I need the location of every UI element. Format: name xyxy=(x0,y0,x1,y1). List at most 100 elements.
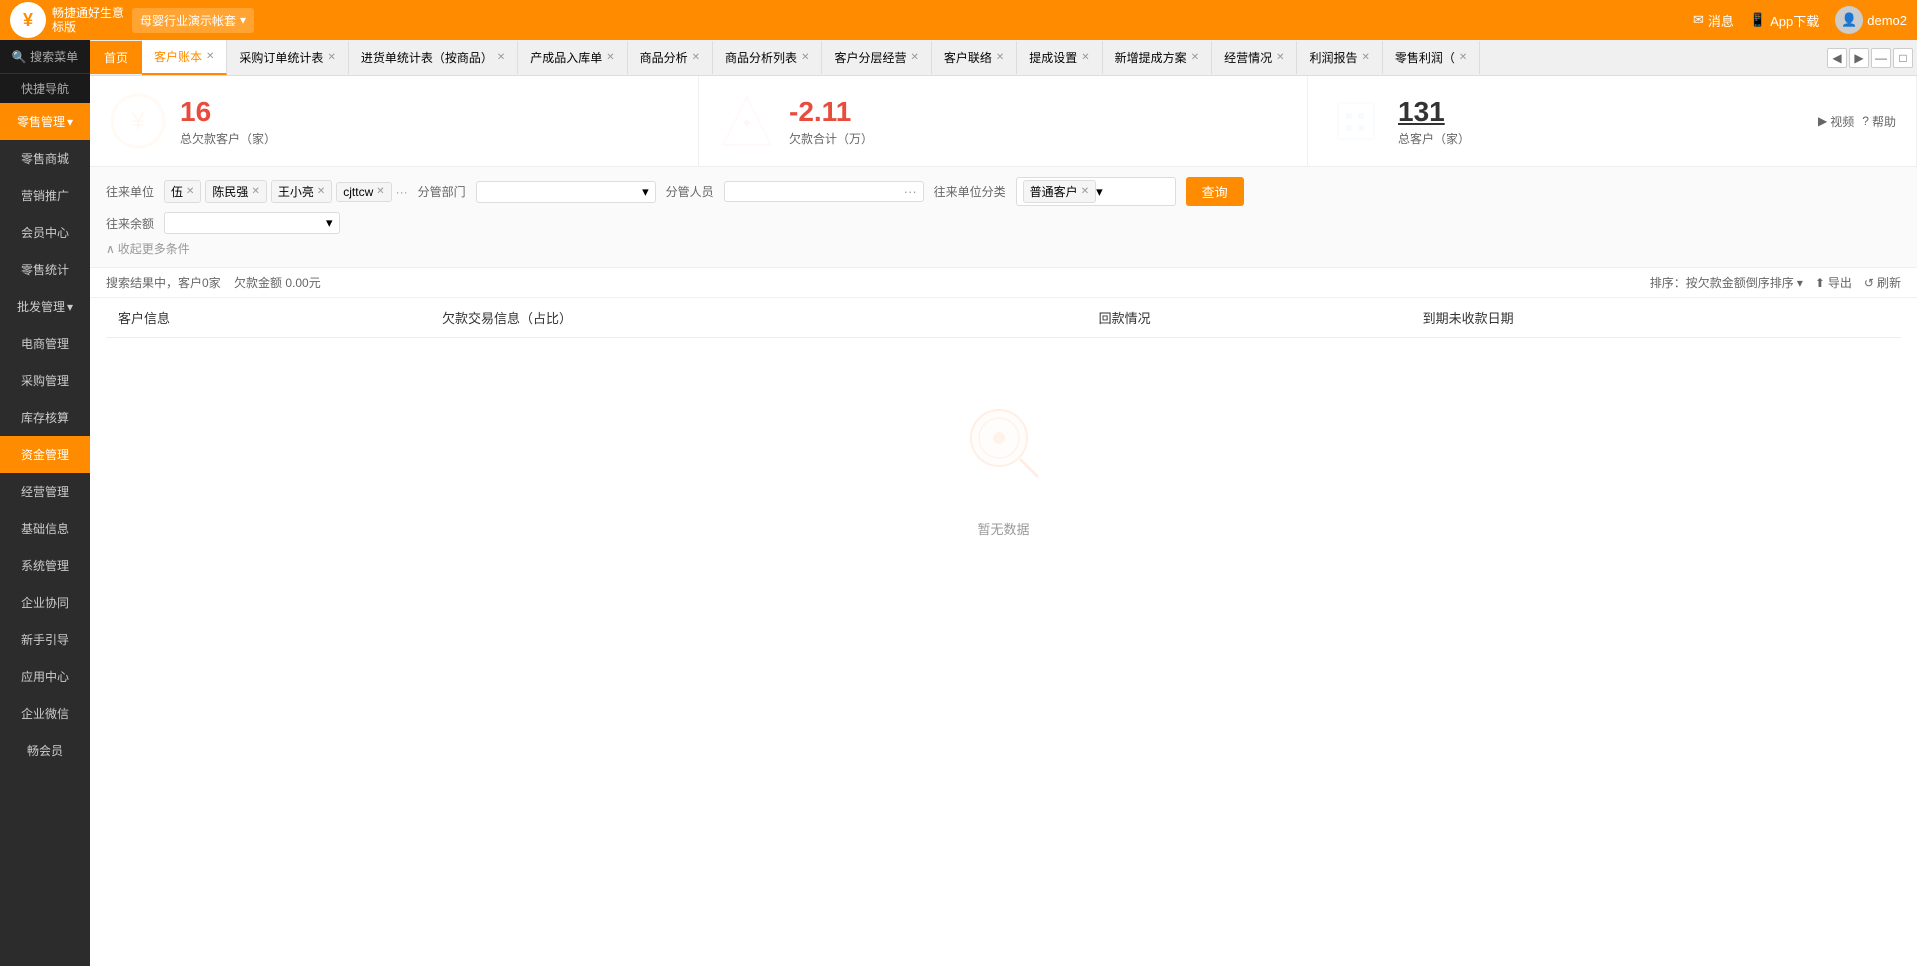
person-input-field[interactable] xyxy=(731,185,904,199)
more-tags-btn[interactable]: ··· xyxy=(396,185,408,199)
query-button[interactable]: 查询 xyxy=(1186,177,1244,206)
help-link[interactable]: ? 帮助 xyxy=(1862,113,1896,130)
close-tab-incoming-stats[interactable]: ✕ xyxy=(497,52,505,63)
sidebar-item-marketing[interactable]: 营销推广 xyxy=(0,177,90,214)
person-filter-label: 分管人员 xyxy=(666,183,714,200)
sidebar-item-finance[interactable]: 资金管理 xyxy=(0,436,90,473)
close-tab-customer-tier[interactable]: ✕ xyxy=(910,52,918,63)
tab-customer-contact[interactable]: 客户联络 ✕ xyxy=(932,41,1017,74)
tab-purchase-stats[interactable]: 采购订单统计表 ✕ xyxy=(227,41,348,74)
sidebar-item-newbie[interactable]: 新手引导 xyxy=(0,621,90,658)
close-tab-new-achieve[interactable]: ✕ xyxy=(1191,52,1199,63)
refresh-btn[interactable]: ↺ 刷新 xyxy=(1864,274,1901,291)
export-icon: ⬆ xyxy=(1815,276,1825,290)
remove-tag-wu[interactable]: ✕ xyxy=(186,186,194,197)
sidebar-item-retail-stats[interactable]: 零售统计 xyxy=(0,251,90,288)
tab-customer-tier[interactable]: 客户分层经营 ✕ xyxy=(822,41,931,74)
close-tab-profit-report[interactable]: ✕ xyxy=(1362,52,1370,63)
sidebar-item-retail-mgmt[interactable]: 零售管理 ▾ xyxy=(0,103,90,140)
filter-tag-wang: 王小亮 ✕ xyxy=(271,180,332,203)
sidebar-item-vip-member[interactable]: 畅会员 xyxy=(0,732,90,769)
balance-select[interactable]: ▾ xyxy=(164,212,340,234)
chevron-icon: ▾ xyxy=(67,300,73,314)
filter-area: 往来单位 伍 ✕ 陈民强 ✕ 王小亮 ✕ xyxy=(90,167,1917,268)
company-select[interactable]: 母婴行业演示帐套 ▾ xyxy=(132,8,254,33)
app-download-link[interactable]: 📱 App下载 xyxy=(1750,11,1819,30)
chevron-down-icon: ▾ xyxy=(326,215,333,231)
col-payback: 回款情况 xyxy=(1087,298,1411,338)
chevron-down-icon: ▾ xyxy=(1096,184,1103,200)
remove-tag-wang[interactable]: ✕ xyxy=(317,186,325,197)
balance-input-field[interactable] xyxy=(171,216,326,230)
sidebar-quick-nav[interactable]: 快捷导航 xyxy=(0,73,90,103)
col-debt-info: 欠款交易信息（占比） xyxy=(430,298,1087,338)
tab-improve-settings[interactable]: 提成设置 ✕ xyxy=(1017,41,1102,74)
tab-goods-analysis-list[interactable]: 商品分析列表 ✕ xyxy=(713,41,822,74)
close-tab-product-stock[interactable]: ✕ xyxy=(606,52,614,63)
summary-cards: ¥ 16 总欠款客户（家） ✦ xyxy=(90,76,1917,167)
tab-home[interactable]: 首页 xyxy=(90,41,142,74)
person-input[interactable]: ··· xyxy=(724,181,924,202)
tab-next-btn[interactable]: ▶ xyxy=(1849,48,1869,68)
tab-incoming-stats[interactable]: 进货单统计表（按商品） ✕ xyxy=(349,41,518,74)
filter-tag-cjttcw: cjttcw ✕ xyxy=(336,182,391,202)
unit-cat-input[interactable]: 普通客户 ✕ ▾ xyxy=(1016,177,1176,206)
close-tab-purchase-stats[interactable]: ✕ xyxy=(327,52,335,63)
sidebar-item-wholesale-mgmt[interactable]: 批发管理 ▾ xyxy=(0,288,90,325)
sidebar-item-inventory[interactable]: 库存核算 xyxy=(0,399,90,436)
sort-select[interactable]: 排序：按欠款金额倒序排序 ▾ xyxy=(1650,274,1803,291)
svg-text:¥: ¥ xyxy=(130,108,145,135)
filter-tag-chen: 陈民强 ✕ xyxy=(205,180,266,203)
remove-tag-normal[interactable]: ✕ xyxy=(1081,186,1089,197)
close-tab-retail-profit[interactable]: ✕ xyxy=(1459,52,1467,63)
sidebar-item-system[interactable]: 系统管理 xyxy=(0,547,90,584)
tab-bar: 首页 客户账本 ✕ 采购订单统计表 ✕ 进货单统计表（按商品） ✕ 产成品入库单… xyxy=(90,40,1917,76)
remove-tag-cjttcw[interactable]: ✕ xyxy=(376,186,384,197)
tab-minimize-btn[interactable]: — xyxy=(1871,48,1891,68)
logo-icon: ¥ xyxy=(10,2,46,38)
close-tab-customer-capital[interactable]: ✕ xyxy=(206,51,214,62)
close-tab-customer-contact[interactable]: ✕ xyxy=(996,52,1004,63)
close-tab-ops-situation[interactable]: ✕ xyxy=(1276,52,1284,63)
close-tab-improve-settings[interactable]: ✕ xyxy=(1081,52,1089,63)
tab-maximize-btn[interactable]: □ xyxy=(1893,48,1913,68)
export-btn[interactable]: ⬆ 导出 xyxy=(1815,274,1852,291)
tab-new-achieve[interactable]: 新增提成方案 ✕ xyxy=(1103,41,1212,74)
sidebar-item-retail-mall[interactable]: 零售商城 xyxy=(0,140,90,177)
tab-ops-situation[interactable]: 经营情况 ✕ xyxy=(1212,41,1297,74)
sidebar-item-corp-coop[interactable]: 企业协同 xyxy=(0,584,90,621)
collapse-filter-btn[interactable]: ∧ 收起更多条件 xyxy=(106,240,1901,257)
remove-tag-chen[interactable]: ✕ xyxy=(251,186,259,197)
sidebar-item-ecommerce[interactable]: 电商管理 xyxy=(0,325,90,362)
sidebar-search[interactable]: 🔍 搜索菜单 xyxy=(0,40,90,73)
sidebar-item-app-center[interactable]: 应用中心 xyxy=(0,658,90,695)
tab-product-stock[interactable]: 产成品入库单 ✕ xyxy=(518,41,627,74)
dept-input-field[interactable] xyxy=(483,185,642,199)
tab-customer-capital[interactable]: 客户账本 ✕ xyxy=(142,40,227,75)
main-content: 首页 客户账本 ✕ 采购订单统计表 ✕ 进货单统计表（按商品） ✕ 产成品入库单… xyxy=(90,40,1917,966)
close-tab-goods-analysis-list[interactable]: ✕ xyxy=(801,52,809,63)
dept-input[interactable]: ▾ xyxy=(476,181,656,203)
tab-profit-report[interactable]: 利润报告 ✕ xyxy=(1297,41,1382,74)
unit-filter-label: 往来单位 xyxy=(106,183,154,200)
chevron-down-icon: ▾ xyxy=(1797,276,1803,290)
message-link[interactable]: ✉ 消息 xyxy=(1693,11,1734,30)
close-tab-goods-analysis[interactable]: ✕ xyxy=(692,52,700,63)
total-customers-value: 131 xyxy=(1398,96,1470,128)
sidebar-item-purchase[interactable]: 采购管理 xyxy=(0,362,90,399)
tab-goods-analysis[interactable]: 商品分析 ✕ xyxy=(628,41,713,74)
user-menu[interactable]: 👤 demo2 xyxy=(1835,6,1907,34)
tab-prev-btn[interactable]: ◀ xyxy=(1827,48,1847,68)
card-actions: ▶ 视频 ? 帮助 xyxy=(1818,113,1896,130)
person-more-btn[interactable]: ··· xyxy=(904,184,917,199)
sidebar-item-member-center[interactable]: 会员中心 xyxy=(0,214,90,251)
tab-retail-profit[interactable]: 零售利润（ ✕ xyxy=(1383,41,1480,74)
sidebar-item-wechat[interactable]: 企业微信 xyxy=(0,695,90,732)
sidebar: 🔍 搜索菜单 快捷导航 零售管理 ▾ 零售商城 营销推广 会员中心 零售统计 批… xyxy=(0,40,90,966)
result-actions: 排序：按欠款金额倒序排序 ▾ ⬆ 导出 ↺ 刷新 xyxy=(1650,274,1901,291)
sidebar-item-basic-info[interactable]: 基础信息 xyxy=(0,510,90,547)
unit-filter-tags: 伍 ✕ 陈民强 ✕ 王小亮 ✕ cjttcw ✕ xyxy=(164,180,408,203)
sidebar-item-ops[interactable]: 经营管理 xyxy=(0,473,90,510)
col-customer-info: 客户信息 xyxy=(106,298,430,338)
video-link[interactable]: ▶ 视频 xyxy=(1818,113,1854,130)
